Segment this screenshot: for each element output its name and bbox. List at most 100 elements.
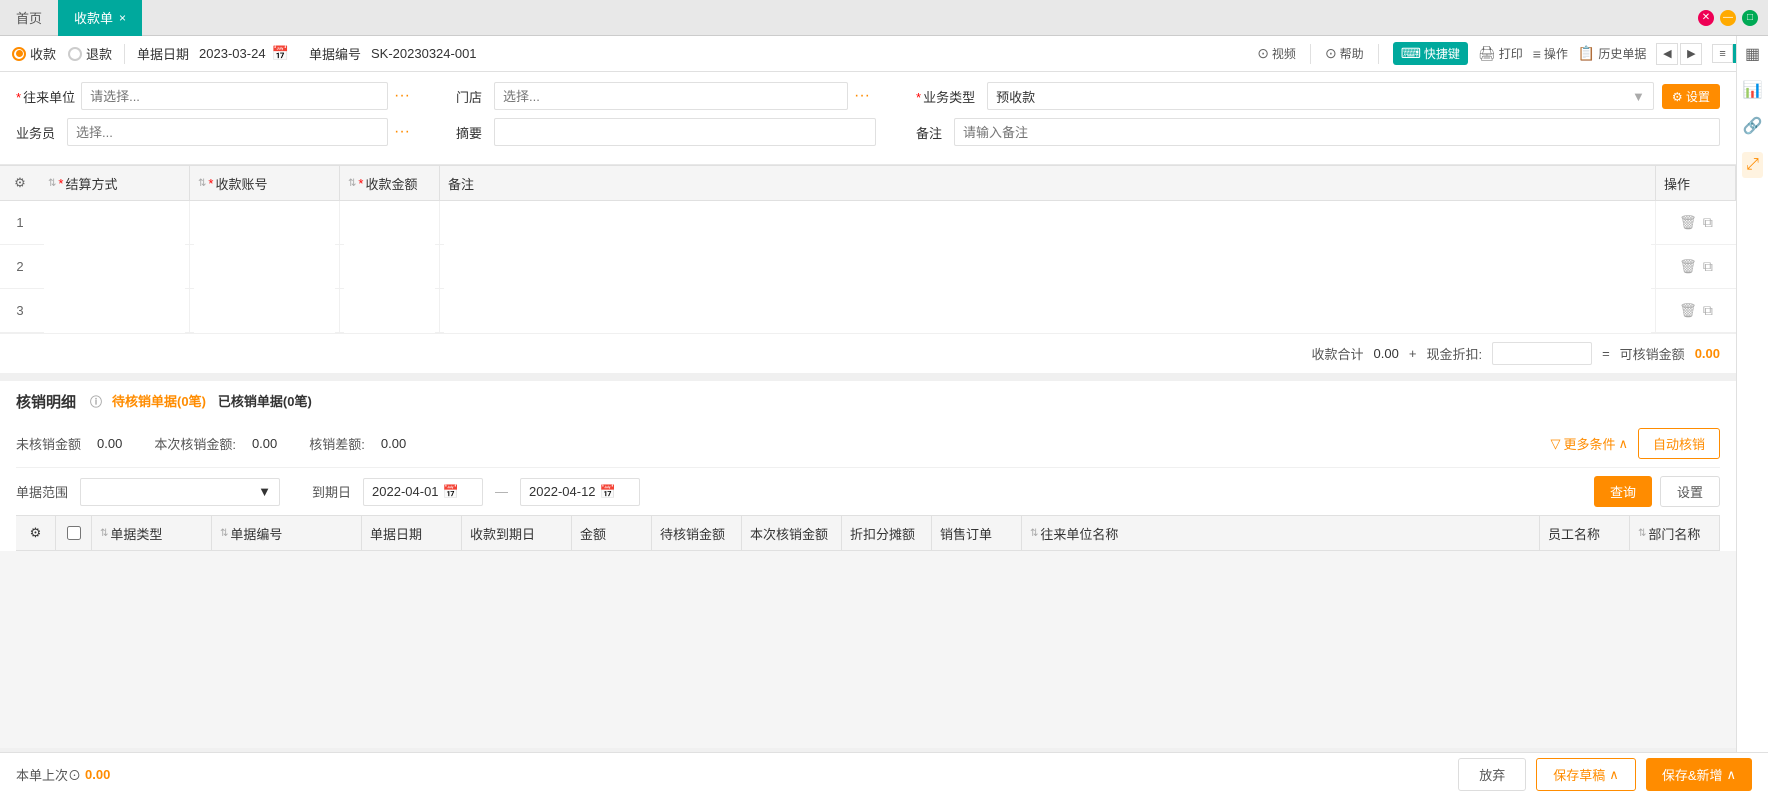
amount-input-3[interactable] [344, 289, 435, 333]
remark-input-3[interactable] [444, 289, 1651, 333]
check-all-checkbox[interactable] [67, 526, 81, 540]
delete-icon-1[interactable]: 🗑 [1679, 214, 1697, 231]
table-settings-icon[interactable]: ⚙ [0, 175, 40, 191]
settlement-input-3[interactable] [44, 289, 185, 333]
detail-gear-icon[interactable]: ⚙ [16, 515, 56, 551]
diff-value: 0.00 [381, 436, 406, 451]
td-amount-3[interactable] [340, 289, 440, 333]
account-input-1[interactable] [194, 201, 335, 245]
sidebar-expand-icon[interactable]: ⤢ [1742, 152, 1763, 178]
help-btn[interactable]: ⊙ 帮助 [1325, 45, 1364, 62]
refund-radio[interactable]: 退款 [68, 44, 112, 63]
store-more-icon[interactable]: ··· [848, 87, 876, 105]
more-filter-btn[interactable]: ▽ 更多条件 ∧ [1550, 434, 1628, 453]
remark-input-1[interactable] [444, 201, 1651, 245]
detail-table-header: ⚙ ⇅ 单据类型 ⇅ 单据编号 单据日期 收款到期日 金额 待核销金额 [16, 515, 1720, 551]
shortcut-btn[interactable]: ⌨ 快捷键 [1393, 42, 1468, 65]
amount-input-2[interactable] [344, 245, 435, 289]
current-verify-value: 0.00 [252, 436, 277, 451]
tab-home[interactable]: 首页 [0, 0, 58, 36]
delete-icon-3[interactable]: 🗑 [1679, 302, 1697, 319]
settlement-input-1[interactable] [44, 201, 185, 245]
td-settlement-3[interactable] [40, 289, 190, 333]
window-max-button[interactable]: □ [1742, 10, 1758, 26]
window-min-button[interactable]: — [1720, 10, 1736, 26]
receipt-radio[interactable]: 收款 [12, 44, 56, 63]
range-select[interactable]: ▼ [80, 478, 280, 506]
delete-icon-2[interactable]: 🗑 [1679, 258, 1697, 275]
biz-type-select[interactable]: 预收款 ▼ [987, 82, 1654, 110]
sidebar-link-icon[interactable]: 🔗 [1743, 116, 1763, 136]
partner-more-icon[interactable]: ··· [388, 87, 416, 105]
form-row-1: 往来单位 ··· 门店 ··· 业务类型 预收款 ▼ ⚙ 设置 [16, 82, 1720, 110]
query-button[interactable]: 查询 [1594, 476, 1652, 507]
filter-settings-button[interactable]: 设置 [1660, 476, 1720, 507]
remark-input-2[interactable] [444, 245, 1651, 289]
copy-icon-3[interactable]: ⧉ [1703, 302, 1713, 319]
auto-verify-button[interactable]: 自动核销 [1638, 428, 1720, 459]
right-sidebar: ▦ 📊 🔗 ⤢ [1736, 36, 1768, 752]
copy-icon-2[interactable]: ⧉ [1703, 258, 1713, 275]
td-remark-3[interactable] [440, 289, 1656, 333]
operation-btn[interactable]: ≡ 操作 [1533, 45, 1568, 62]
partner-input[interactable] [81, 82, 388, 110]
from-date-picker[interactable]: 2022-04-01 📅 [363, 478, 483, 506]
nav-next[interactable]: ▶ [1680, 43, 1702, 65]
dth-pending: 待核销金额 [652, 515, 742, 551]
sidebar-chart-icon[interactable]: 📊 [1743, 80, 1763, 100]
unchecked-label: 未核销金额 [16, 434, 81, 453]
amount-input-1[interactable] [344, 201, 435, 245]
chevron-icon: ∧ [1618, 436, 1628, 452]
tab-close-icon[interactable]: × [119, 11, 126, 25]
td-account-1[interactable] [190, 201, 340, 245]
to-date-picker[interactable]: 2022-04-12 📅 [520, 478, 640, 506]
td-settlement-1[interactable] [40, 201, 190, 245]
print-btn[interactable]: 🖨 打印 [1478, 45, 1523, 62]
settlement-input-2[interactable] [44, 245, 185, 289]
calendar-from-icon[interactable]: 📅 [443, 484, 459, 500]
staff-input[interactable] [67, 118, 388, 146]
discount-input[interactable] [1492, 342, 1592, 365]
checkout-info-icon[interactable]: ⓘ [90, 393, 102, 410]
copy-icon-1[interactable]: ⧉ [1703, 214, 1713, 231]
td-amount-2[interactable] [340, 245, 440, 289]
note-input[interactable] [954, 118, 1720, 146]
video-btn[interactable]: ⊙ 视频 [1257, 45, 1296, 62]
detail-check-all[interactable] [56, 515, 92, 551]
td-amount-1[interactable] [340, 201, 440, 245]
main-content: 往来单位 ··· 门店 ··· 业务类型 预收款 ▼ ⚙ 设置 [0, 72, 1736, 748]
window-close-button[interactable]: ✕ [1698, 10, 1714, 26]
calendar-to-icon[interactable]: 📅 [600, 484, 616, 500]
summary-input[interactable] [494, 118, 876, 146]
total-value: 0.00 [1374, 346, 1399, 361]
layout-list[interactable]: ≡ [1712, 44, 1732, 63]
tab-receipt[interactable]: 收款单 × [58, 0, 142, 36]
td-remark-2[interactable] [440, 245, 1656, 289]
discard-button[interactable]: 放弃 [1458, 758, 1526, 791]
settings-button[interactable]: ⚙ 设置 [1662, 84, 1720, 109]
pending-tab[interactable]: 待核销单据(0笔) [112, 391, 206, 412]
save-new-button[interactable]: 保存&新增 ∧ [1646, 758, 1752, 791]
nav-prev[interactable]: ◀ [1656, 43, 1678, 65]
dth-discount: 折扣分摊额 [842, 515, 932, 551]
store-input[interactable] [494, 82, 848, 110]
calendar-icon[interactable]: 📅 [272, 45, 289, 62]
td-account-2[interactable] [190, 245, 340, 289]
td-settlement-2[interactable] [40, 245, 190, 289]
account-input-2[interactable] [194, 245, 335, 289]
td-remark-1[interactable] [440, 201, 1656, 245]
date-field: 单据日期 2023-03-24 📅 [137, 44, 289, 63]
biz-type-label: 业务类型 [916, 87, 981, 106]
td-account-3[interactable] [190, 289, 340, 333]
help-icon: ⊙ [1325, 45, 1337, 62]
sidebar-table-icon[interactable]: ▦ [1745, 44, 1760, 64]
save-draft-button[interactable]: 保存草稿 ∧ [1536, 758, 1636, 791]
table-row: 2 🗑 ⧉ [0, 245, 1736, 289]
summary-row: 收款合计 0.00 + 现金折扣: = 可核销金额 0.00 [0, 333, 1736, 373]
account-input-3[interactable] [194, 289, 335, 333]
staff-more-icon[interactable]: ··· [388, 123, 416, 141]
dth-partner: ⇅ 往来单位名称 [1022, 515, 1540, 551]
history-btn[interactable]: 📋 历史单据 [1578, 45, 1646, 62]
due-label: 到期日 [312, 482, 351, 501]
verified-tab[interactable]: 已核销单据(0笔) [218, 391, 312, 412]
